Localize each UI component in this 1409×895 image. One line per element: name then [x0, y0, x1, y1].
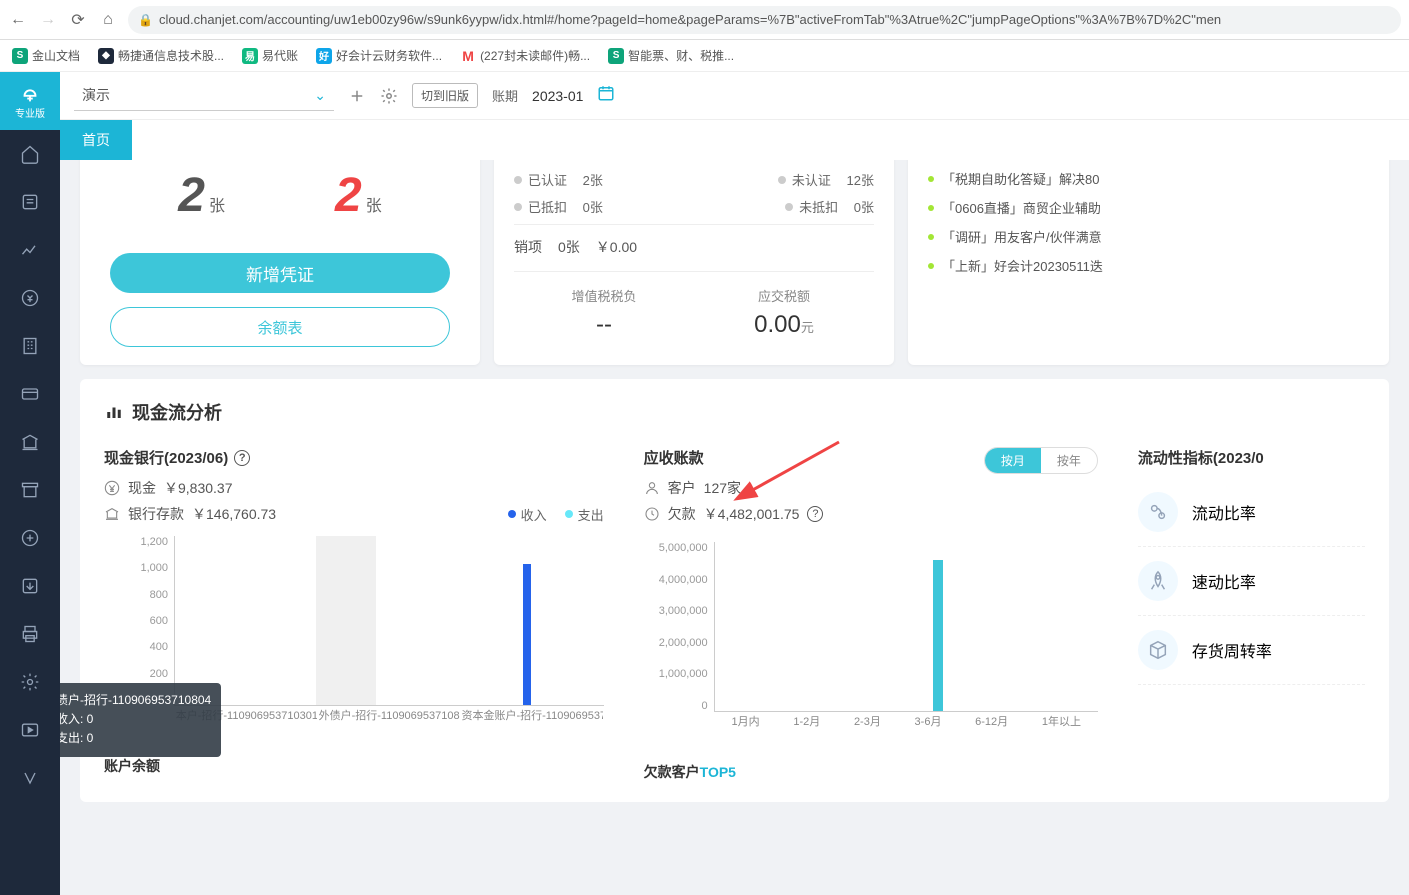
tab-bar: 首页: [60, 120, 1409, 160]
tax-icon[interactable]: [0, 514, 60, 562]
cashflow-section: 现金流分析 现金银行(2023/06) ? 现金 ￥9,830.37: [80, 379, 1389, 802]
liquidity-item[interactable]: 流动比率: [1138, 478, 1365, 547]
card-icon[interactable]: [0, 370, 60, 418]
by-year-pill[interactable]: 按年: [1041, 448, 1097, 473]
rocket-icon: [1138, 561, 1178, 601]
period-toggle: 按月 按年: [984, 447, 1098, 474]
ar-title: 应收账款: [644, 447, 704, 468]
bookmark-item[interactable]: 好好会计云财务软件...: [316, 47, 442, 64]
news-item[interactable]: 「0606直播」商贸企业辅助: [928, 193, 1369, 222]
building-icon[interactable]: [0, 322, 60, 370]
export-icon[interactable]: [0, 562, 60, 610]
chart-tooltip: 外债户-招行-110906953710804 收入: 0 支出: 0: [60, 683, 221, 757]
video-icon[interactable]: [0, 706, 60, 754]
topbar: 演示 ⌄ 切到旧版 账期 2023-01: [60, 72, 1409, 120]
bookmark-item[interactable]: S智能票、财、税推...: [608, 47, 734, 64]
cash-bank-title: 现金银行(2023/06): [104, 447, 228, 468]
news-item[interactable]: 「税期自助化答疑」解决80: [928, 164, 1369, 193]
browser-toolbar: ← → ⟳ ⌂ 🔒 cloud.chanjet.com/accounting/u…: [0, 0, 1409, 40]
help-icon[interactable]: ?: [234, 450, 250, 466]
help-icon[interactable]: ?: [807, 506, 823, 522]
balance-sheet-button[interactable]: 余额表: [110, 307, 450, 347]
voucher-icon[interactable]: [0, 178, 60, 226]
brand-label: 专业版: [15, 105, 45, 120]
liquidity-item[interactable]: 存货周转率: [1138, 616, 1365, 685]
lock-icon: 🔒: [138, 13, 153, 27]
voucher-count-a: 2: [178, 169, 205, 222]
news-item[interactable]: 「调研」用友客户/伙伴满意: [928, 222, 1369, 251]
switch-version-button[interactable]: 切到旧版: [412, 83, 478, 108]
user-icon: [644, 480, 660, 496]
report-icon[interactable]: [0, 226, 60, 274]
clock-icon: [644, 506, 660, 522]
by-month-pill[interactable]: 按月: [985, 448, 1041, 473]
home-browser-icon[interactable]: ⌂: [98, 10, 118, 30]
bookmark-item[interactable]: M(227封未读邮件)畅...: [460, 47, 590, 64]
address-bar[interactable]: 🔒 cloud.chanjet.com/accounting/uw1eb00zy…: [128, 6, 1401, 34]
bookmarks-bar: S金山文档 ◆畅捷通信息技术股... 易易代账 好好会计云财务软件... M(2…: [0, 40, 1409, 72]
content-area: 2张 2张 新增凭证 余额表 已认证 2张 未认证 12张 已抵扣 0张 未抵扣…: [60, 160, 1409, 895]
voucher-card: 2张 2张 新增凭证 余额表: [80, 160, 480, 365]
reload-icon[interactable]: ⟳: [68, 10, 88, 30]
calendar-icon[interactable]: [597, 84, 615, 107]
archive-icon[interactable]: [0, 466, 60, 514]
bank-icon[interactable]: [0, 418, 60, 466]
ratio-icon: [1138, 492, 1178, 532]
sidebar: 专业版: [0, 72, 60, 895]
v-icon[interactable]: [0, 754, 60, 802]
company-name: 演示: [82, 85, 110, 105]
print-icon[interactable]: [0, 610, 60, 658]
bookmark-item[interactable]: 易易代账: [242, 47, 298, 64]
back-icon[interactable]: ←: [8, 10, 28, 30]
new-voucher-button[interactable]: 新增凭证: [110, 253, 450, 293]
bookmark-item[interactable]: ◆畅捷通信息技术股...: [98, 47, 224, 64]
period-label: 账期: [492, 86, 518, 105]
liquidity-title: 流动性指标(2023/0: [1138, 447, 1264, 468]
account-balance-title: 账户余额: [104, 756, 604, 776]
news-item[interactable]: 「上新」好会计20230511迭: [928, 251, 1369, 280]
forward-icon[interactable]: →: [38, 10, 58, 30]
yen-icon: [104, 480, 120, 496]
tab-home[interactable]: 首页: [60, 120, 132, 160]
news-card: 辅助核算 ▶ 6月06日 14:00-15:00 立即 「税期自助化答疑」解决8…: [908, 160, 1389, 365]
chevron-down-icon: ⌄: [314, 87, 326, 104]
box-icon: [1138, 630, 1178, 670]
gear-icon[interactable]: [380, 87, 398, 105]
settings-icon[interactable]: [0, 658, 60, 706]
add-icon[interactable]: [348, 87, 366, 105]
liquidity-item[interactable]: 速动比率: [1138, 547, 1365, 616]
ar-chart: 5,000,0004,000,0003,000,0002,000,0001,00…: [644, 542, 1098, 732]
bank-small-icon: [104, 506, 120, 522]
app-logo[interactable]: 专业版: [0, 72, 60, 130]
home-icon[interactable]: [0, 130, 60, 178]
bar-chart-icon: [104, 403, 124, 421]
customer-count: 127家: [704, 478, 741, 498]
money-icon[interactable]: [0, 274, 60, 322]
voucher-count-b: 2: [335, 169, 362, 222]
url-text: cloud.chanjet.com/accounting/uw1eb00zy96…: [159, 12, 1221, 27]
company-selector[interactable]: 演示 ⌄: [74, 81, 334, 111]
period-value: 2023-01: [532, 88, 583, 104]
tax-card: 已认证 2张 未认证 12张 已抵扣 0张 未抵扣 0张 销项 0张 ￥0.00: [494, 160, 894, 365]
cashflow-title: 现金流分析: [104, 399, 1365, 425]
bookmark-item[interactable]: S金山文档: [12, 47, 80, 64]
